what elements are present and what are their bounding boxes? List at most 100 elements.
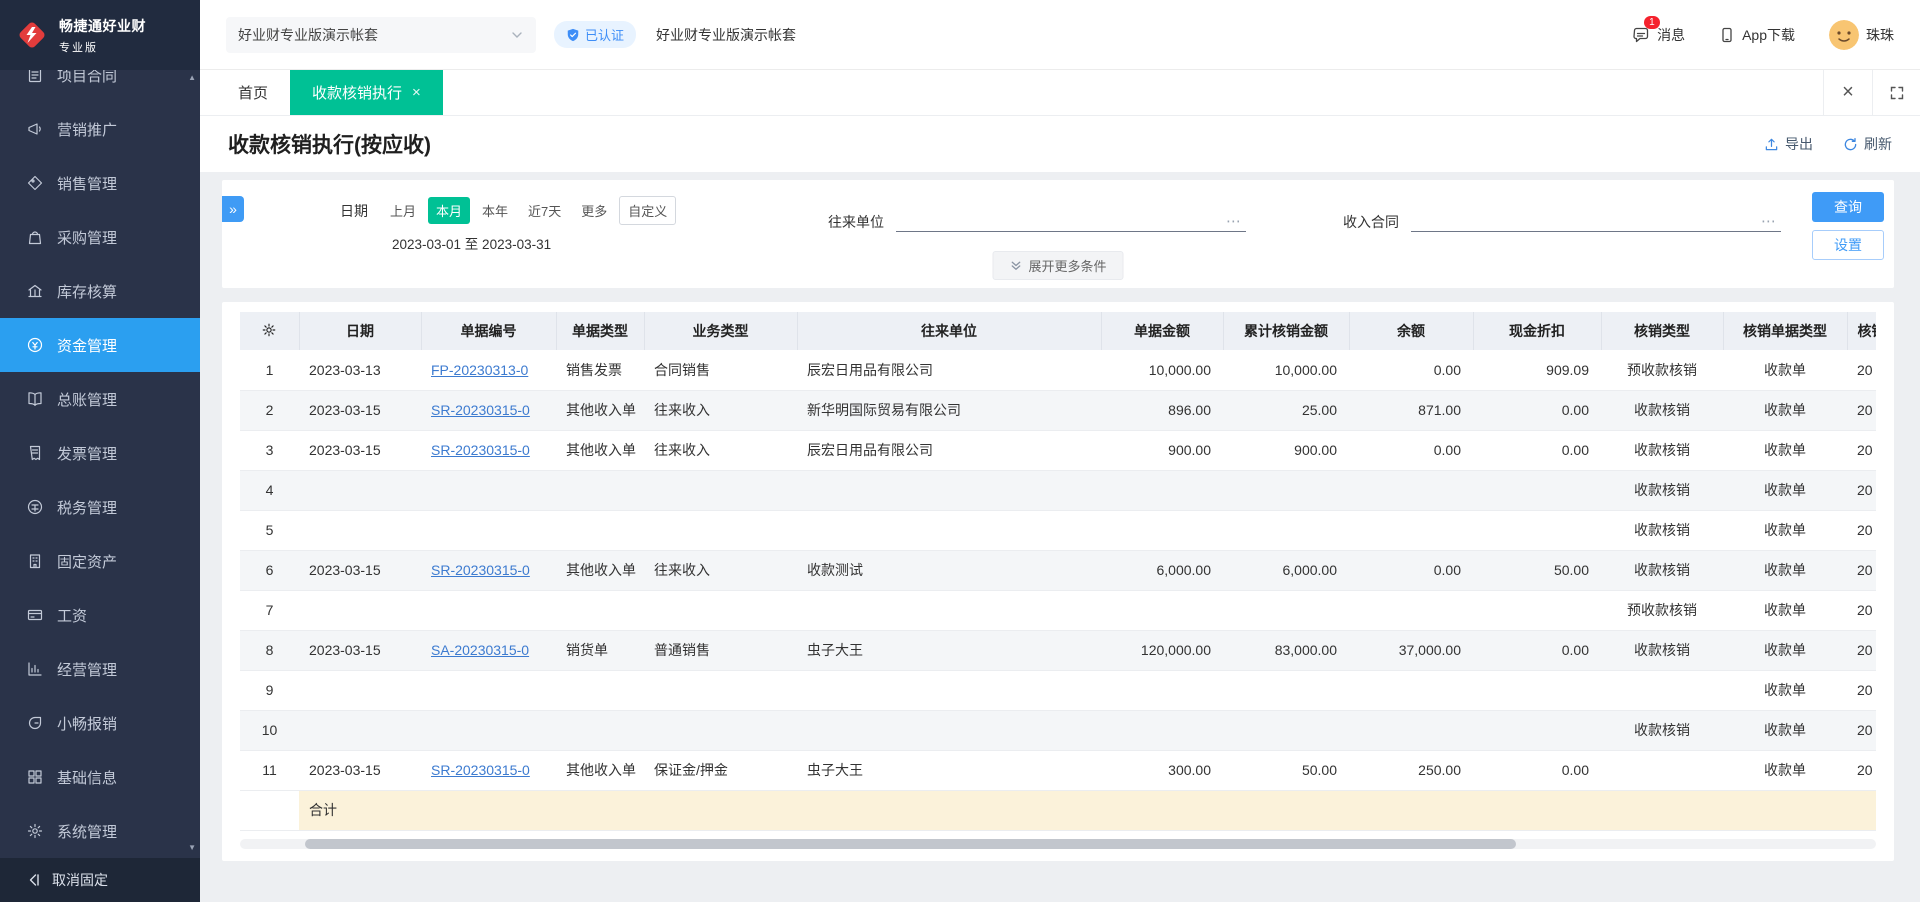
horizontal-scrollbar[interactable] xyxy=(240,839,1876,849)
table-row[interactable]: 112023-03-15SR-20230315-0其他收入单保证金/押金虫子大王… xyxy=(240,750,1876,790)
date-option[interactable]: 本月 xyxy=(428,197,470,224)
table-cell: 250.00 xyxy=(1349,750,1473,790)
table-cell xyxy=(299,590,421,630)
brand-edition: 专业版 xyxy=(59,39,146,55)
table-row[interactable]: 10收款核销收款单20 xyxy=(240,710,1876,750)
page-header: 收款核销执行(按应收) 导出 刷新 xyxy=(200,116,1920,172)
table-cell: 896.00 xyxy=(1101,390,1223,430)
sidebar-item-basic-info[interactable]: 基础信息 xyxy=(0,750,200,804)
sidebar-scroll-up-icon[interactable]: ▲ xyxy=(188,73,196,82)
table-row[interactable]: 22023-03-15SR-20230315-0其他收入单往来收入新华明国际贸易… xyxy=(240,390,1876,430)
sidebar-item-contract[interactable]: 项目合同 xyxy=(0,70,200,102)
table-cell xyxy=(1101,470,1223,510)
table-cell: 7 xyxy=(240,590,299,630)
table-cell xyxy=(556,670,644,710)
fullscreen-button[interactable] xyxy=(1872,70,1920,115)
sidebar-item-tax[interactable]: 税务管理 xyxy=(0,480,200,534)
sidebar-item-invoice[interactable]: 发票管理 xyxy=(0,426,200,480)
table-cell xyxy=(644,710,797,750)
document-number-link[interactable]: SR-20230315-0 xyxy=(431,442,530,458)
app-download-button[interactable]: App下载 xyxy=(1719,25,1795,45)
search-button[interactable]: 查询 xyxy=(1812,192,1884,222)
document-number-link[interactable]: SR-20230315-0 xyxy=(431,562,530,578)
tab-收款核销执行[interactable]: 收款核销执行× xyxy=(290,70,443,115)
table-cell: 其他收入单 xyxy=(556,750,644,790)
table-row[interactable]: 9收款单20 xyxy=(240,670,1876,710)
sidebar-item-payroll[interactable]: 工资 xyxy=(0,588,200,642)
user-menu[interactable]: 珠珠 xyxy=(1829,20,1894,50)
refresh-button[interactable]: 刷新 xyxy=(1843,134,1892,154)
sidebar-item-sales[interactable]: 销售管理 xyxy=(0,156,200,210)
contract-picker-ellipsis[interactable]: ⋯ xyxy=(1761,212,1777,230)
sidebar-item-assets[interactable]: 固定资产 xyxy=(0,534,200,588)
messages-button[interactable]: 1 消息 xyxy=(1632,25,1685,45)
table-row[interactable]: 7预收款核销收款单20 xyxy=(240,590,1876,630)
table-cell xyxy=(1223,670,1349,710)
expand-more-button[interactable]: 展开更多条件 xyxy=(992,251,1123,280)
page-title: 收款核销执行(按应收) xyxy=(228,129,431,159)
collapse-filter-button[interactable]: » xyxy=(222,196,244,222)
date-option[interactable]: 本年 xyxy=(474,197,516,224)
table-cell xyxy=(1473,510,1601,550)
settings-button[interactable]: 设置 xyxy=(1812,230,1884,260)
table-cell xyxy=(1349,470,1473,510)
table-row[interactable]: 32023-03-15SR-20230315-0其他收入单往来收入辰宏日用品有限… xyxy=(240,430,1876,470)
scrollbar-thumb[interactable] xyxy=(305,839,1516,849)
table-cell xyxy=(797,790,1101,830)
document-number-link[interactable]: SR-20230315-0 xyxy=(431,762,530,778)
system-icon xyxy=(26,822,44,840)
table-cell: 25.00 xyxy=(1223,390,1349,430)
sidebar-item-promotion[interactable]: 营销推广 xyxy=(0,102,200,156)
sidebar-item-operation[interactable]: 经营管理 xyxy=(0,642,200,696)
sidebar-item-expense[interactable]: 小畅报销 xyxy=(0,696,200,750)
sidebar-scroll-down-icon[interactable]: ▼ xyxy=(188,843,196,852)
table-row[interactable]: 62023-03-15SR-20230315-0其他收入单往来收入收款测试6,0… xyxy=(240,550,1876,590)
sidebar-item-purchase[interactable]: 采购管理 xyxy=(0,210,200,264)
date-option[interactable]: 上月 xyxy=(382,197,424,224)
sidebar-item-funds[interactable]: 资金管理 xyxy=(0,318,200,372)
sidebar-item-inventory[interactable]: 库存核算 xyxy=(0,264,200,318)
partner-picker-ellipsis[interactable]: ⋯ xyxy=(1226,212,1242,230)
tab-首页[interactable]: 首页 xyxy=(216,70,290,115)
contract-icon xyxy=(26,70,44,84)
table-row[interactable]: 12023-03-13FP-20230313-0销售发票合同销售辰宏日用品有限公… xyxy=(240,350,1876,390)
table-cell: 收款单 xyxy=(1723,510,1847,550)
table-cell: 50.00 xyxy=(1223,750,1349,790)
close-all-tabs-button[interactable]: × xyxy=(1824,70,1872,115)
date-option[interactable]: 更多 xyxy=(573,197,615,224)
table-row[interactable]: 5收款核销收款单20 xyxy=(240,510,1876,550)
table-cell xyxy=(1101,590,1223,630)
document-number-link[interactable]: SR-20230315-0 xyxy=(431,402,530,418)
tab-bar: 首页收款核销执行× × xyxy=(200,70,1920,116)
sidebar-item-ledger[interactable]: 总账管理 xyxy=(0,372,200,426)
document-number-link[interactable]: FP-20230313-0 xyxy=(431,362,528,378)
funds-icon xyxy=(26,336,44,354)
table-cell: 收款单 xyxy=(1723,710,1847,750)
partner-input[interactable] xyxy=(896,209,1246,231)
topbar: 好业财专业版演示帐套 已认证 好业财专业版演示帐套 1 消息 xyxy=(200,0,1920,70)
table-cell xyxy=(556,790,644,830)
table-row[interactable]: 4收款核销收款单20 xyxy=(240,470,1876,510)
sidebar-item-system[interactable]: 系统管理 xyxy=(0,804,200,858)
tab-close-icon[interactable]: × xyxy=(412,84,421,101)
unpin-sidebar-button[interactable]: 取消固定 xyxy=(0,858,200,902)
table-cell: 销售发票 xyxy=(556,350,644,390)
contract-input[interactable] xyxy=(1411,209,1781,231)
document-number-link[interactable]: SA-20230315-0 xyxy=(431,642,529,658)
table-cell xyxy=(644,790,797,830)
content-area: » 日期 上月本月本年近7天更多自定义 2023-03-01 至 2023-03… xyxy=(200,172,1920,902)
table-cell xyxy=(1101,510,1223,550)
table-cell: 6,000.00 xyxy=(1101,550,1223,590)
verified-label: 已认证 xyxy=(585,25,624,44)
column-settings-gear-icon[interactable] xyxy=(240,312,299,350)
table-cell: SR-20230315-0 xyxy=(421,430,556,470)
account-book-select[interactable]: 好业财专业版演示帐套 xyxy=(226,17,536,53)
sidebar-item-label: 固定资产 xyxy=(57,551,117,572)
export-button[interactable]: 导出 xyxy=(1764,134,1813,154)
date-option[interactable]: 近7天 xyxy=(520,197,569,224)
date-option[interactable]: 自定义 xyxy=(619,196,676,225)
table-cell: 120,000.00 xyxy=(1101,630,1223,670)
table-cell: 预收款核销 xyxy=(1601,590,1723,630)
table-row[interactable]: 82023-03-15SA-20230315-0销货单普通销售虫子大王120,0… xyxy=(240,630,1876,670)
inventory-icon xyxy=(26,282,44,300)
